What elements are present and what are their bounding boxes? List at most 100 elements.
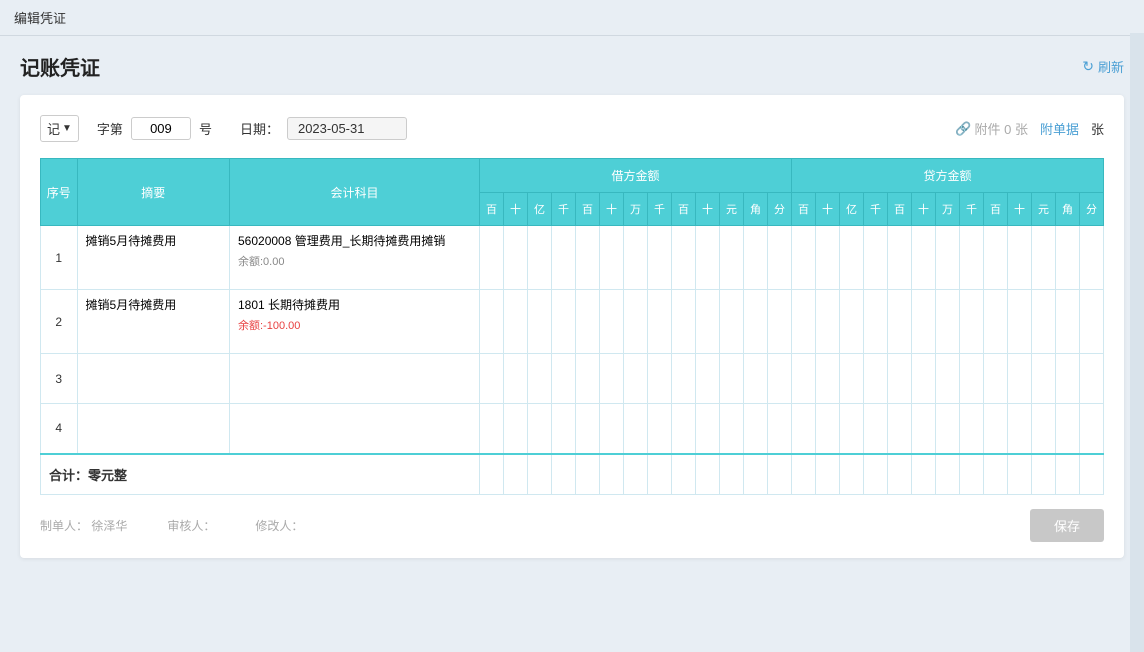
row-3-credit-9[interactable] xyxy=(983,354,1007,404)
row-3-debit-11[interactable] xyxy=(719,354,743,404)
zi-input[interactable] xyxy=(131,117,191,140)
row-3-debit-7[interactable] xyxy=(623,354,647,404)
row-4-debit-1[interactable] xyxy=(479,404,503,454)
row-2-credit-5[interactable] xyxy=(887,290,911,354)
row-4-debit-12[interactable] xyxy=(743,404,767,454)
row-4-summary[interactable] xyxy=(77,404,229,454)
row-4-debit-5[interactable] xyxy=(575,404,599,454)
row-3-credit-11[interactable] xyxy=(1031,354,1055,404)
row-3-debit-12[interactable] xyxy=(743,354,767,404)
row-1-credit-7[interactable] xyxy=(935,226,959,290)
row-3-credit-1[interactable] xyxy=(791,354,815,404)
row-4-credit-12[interactable] xyxy=(1055,404,1079,454)
row-1-credit-11[interactable] xyxy=(1031,226,1055,290)
attachment-button[interactable]: 🔗 附件 0 张 xyxy=(955,119,1028,138)
row-3-debit-6[interactable] xyxy=(599,354,623,404)
row-4-debit-3[interactable] xyxy=(527,404,551,454)
row-1-debit-6[interactable] xyxy=(599,226,623,290)
row-2-credit-13[interactable] xyxy=(1079,290,1103,354)
row-3-debit-9[interactable] xyxy=(671,354,695,404)
row-4-debit-7[interactable] xyxy=(623,404,647,454)
row-3-credit-2[interactable] xyxy=(815,354,839,404)
row-3-credit-5[interactable] xyxy=(887,354,911,404)
row-2-debit-12[interactable] xyxy=(743,290,767,354)
row-2-debit-10[interactable] xyxy=(695,290,719,354)
row-1-debit-4[interactable] xyxy=(551,226,575,290)
row-1-debit-8[interactable] xyxy=(647,226,671,290)
row-2-credit-12[interactable] xyxy=(1055,290,1079,354)
row-4-account[interactable] xyxy=(230,404,480,454)
row-1-debit-9[interactable] xyxy=(671,226,695,290)
row-2-credit-9[interactable] xyxy=(983,290,1007,354)
row-4-debit-13[interactable] xyxy=(767,404,791,454)
row-3-credit-6[interactable] xyxy=(911,354,935,404)
row-1-account[interactable]: 56020008 管理费用_长期待摊费用摊销余额:0.00 xyxy=(230,226,480,290)
date-input[interactable] xyxy=(287,117,407,140)
save-button[interactable]: 保存 xyxy=(1030,509,1104,542)
row-4-credit-1[interactable] xyxy=(791,404,815,454)
row-1-debit-10[interactable] xyxy=(695,226,719,290)
row-2-debit-3[interactable] xyxy=(527,290,551,354)
row-2-credit-4[interactable] xyxy=(863,290,887,354)
row-4-credit-8[interactable] xyxy=(959,404,983,454)
row-1-debit-11[interactable] xyxy=(719,226,743,290)
row-3-debit-2[interactable] xyxy=(503,354,527,404)
row-4-debit-11[interactable] xyxy=(719,404,743,454)
row-3-account[interactable] xyxy=(230,354,480,404)
row-2-account[interactable]: 1801 长期待摊费用余额:-100.00 xyxy=(230,290,480,354)
row-2-credit-2[interactable] xyxy=(815,290,839,354)
row-1-debit-7[interactable] xyxy=(623,226,647,290)
row-3-credit-4[interactable] xyxy=(863,354,887,404)
row-1-credit-8[interactable] xyxy=(959,226,983,290)
row-2-debit-1[interactable] xyxy=(479,290,503,354)
row-1-debit-13[interactable] xyxy=(767,226,791,290)
ji-select[interactable]: 记 ▼ xyxy=(40,115,79,142)
row-2-debit-7[interactable] xyxy=(623,290,647,354)
row-1-summary[interactable]: 摊销5月待摊费用 xyxy=(77,226,229,290)
row-1-debit-12[interactable] xyxy=(743,226,767,290)
row-4-debit-8[interactable] xyxy=(647,404,671,454)
refresh-button[interactable]: ↻ 刷新 xyxy=(1082,57,1124,76)
row-2-debit-13[interactable] xyxy=(767,290,791,354)
row-1-credit-1[interactable] xyxy=(791,226,815,290)
row-3-debit-3[interactable] xyxy=(527,354,551,404)
row-3-summary[interactable] xyxy=(77,354,229,404)
row-2-credit-8[interactable] xyxy=(959,290,983,354)
row-1-debit-1[interactable] xyxy=(479,226,503,290)
row-3-credit-12[interactable] xyxy=(1055,354,1079,404)
row-3-credit-3[interactable] xyxy=(839,354,863,404)
row-2-debit-5[interactable] xyxy=(575,290,599,354)
row-3-credit-8[interactable] xyxy=(959,354,983,404)
row-4-credit-13[interactable] xyxy=(1079,404,1103,454)
row-2-credit-1[interactable] xyxy=(791,290,815,354)
row-4-credit-3[interactable] xyxy=(839,404,863,454)
row-2-debit-9[interactable] xyxy=(671,290,695,354)
row-3-debit-13[interactable] xyxy=(767,354,791,404)
row-2-summary[interactable]: 摊销5月待摊费用 xyxy=(77,290,229,354)
row-3-debit-4[interactable] xyxy=(551,354,575,404)
row-4-credit-4[interactable] xyxy=(863,404,887,454)
row-3-credit-10[interactable] xyxy=(1007,354,1031,404)
row-4-credit-5[interactable] xyxy=(887,404,911,454)
fuzhu-button[interactable]: 附单据 xyxy=(1040,119,1079,138)
row-4-credit-9[interactable] xyxy=(983,404,1007,454)
row-2-credit-6[interactable] xyxy=(911,290,935,354)
row-2-debit-2[interactable] xyxy=(503,290,527,354)
row-3-credit-7[interactable] xyxy=(935,354,959,404)
row-4-debit-10[interactable] xyxy=(695,404,719,454)
row-3-debit-10[interactable] xyxy=(695,354,719,404)
row-1-debit-2[interactable] xyxy=(503,226,527,290)
row-3-credit-13[interactable] xyxy=(1079,354,1103,404)
row-2-debit-11[interactable] xyxy=(719,290,743,354)
row-4-debit-9[interactable] xyxy=(671,404,695,454)
row-4-credit-10[interactable] xyxy=(1007,404,1031,454)
row-1-credit-6[interactable] xyxy=(911,226,935,290)
row-2-credit-10[interactable] xyxy=(1007,290,1031,354)
row-1-credit-10[interactable] xyxy=(1007,226,1031,290)
row-1-credit-5[interactable] xyxy=(887,226,911,290)
row-2-debit-6[interactable] xyxy=(599,290,623,354)
row-4-credit-2[interactable] xyxy=(815,404,839,454)
row-4-credit-6[interactable] xyxy=(911,404,935,454)
scrollbar[interactable] xyxy=(1130,33,1144,652)
row-1-credit-12[interactable] xyxy=(1055,226,1079,290)
